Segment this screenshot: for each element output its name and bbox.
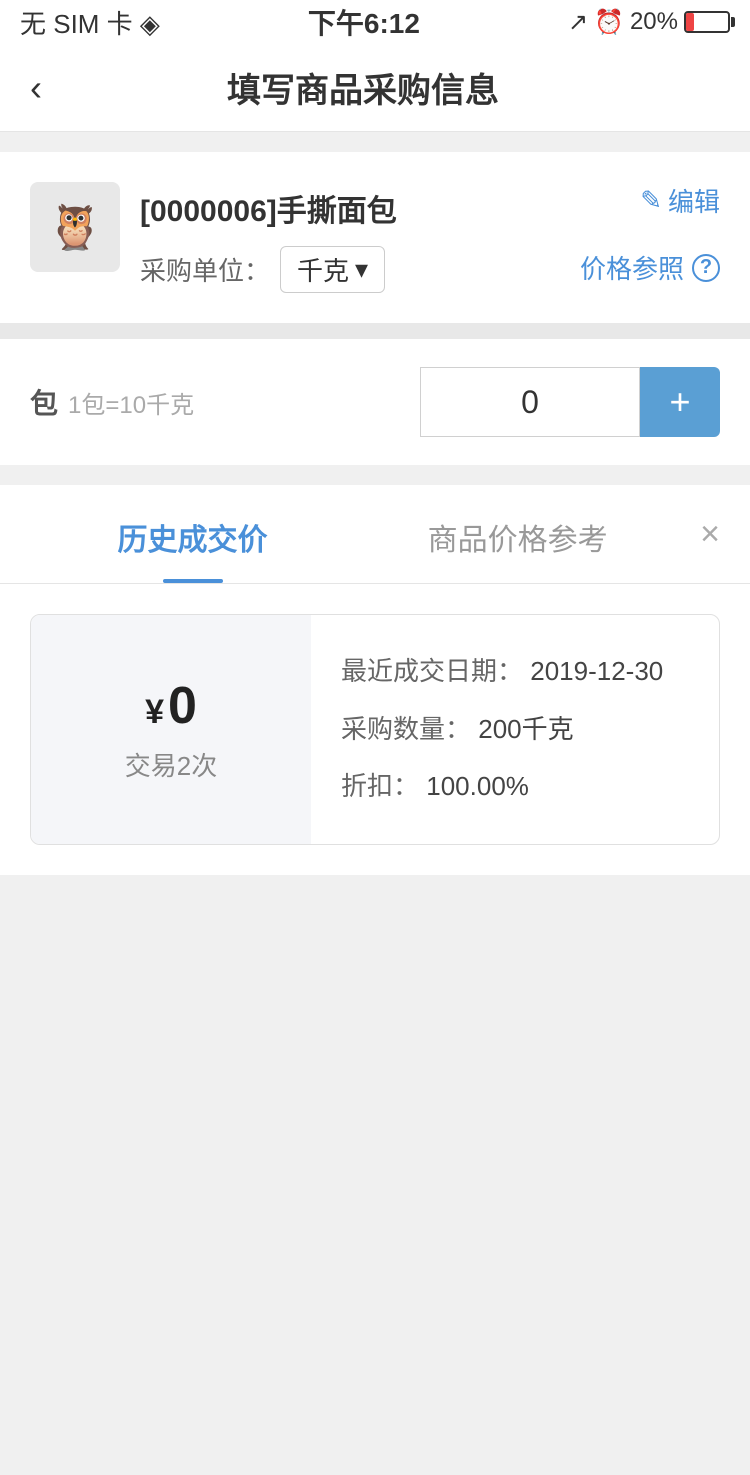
- product-actions: ✎ 编辑 价格参照 ?: [580, 182, 720, 286]
- back-button[interactable]: ‹: [30, 67, 42, 109]
- panel-separator: [0, 465, 750, 485]
- sim-label: 无 SIM 卡 ◈: [20, 4, 160, 41]
- tabs-header: 历史成交价 商品价格参考 ×: [0, 485, 750, 584]
- tab-price-reference[interactable]: 商品价格参考: [355, 485, 680, 583]
- trade-price-value: 0: [168, 676, 197, 736]
- unit-select-dropdown[interactable]: 千克 ▾: [280, 246, 385, 293]
- trade-card: ¥ 0 交易2次 最近成交日期： 2019-12-30 采购数量： 200千克 …: [30, 614, 720, 845]
- tabs-panel: 历史成交价 商品价格参考 × ¥ 0 交易2次 最近成交日期： 2019-12-…: [0, 485, 750, 875]
- status-bar: 无 SIM 卡 ◈ 下午6:12 ↗ ⏰ 20%: [0, 0, 750, 44]
- product-name: [0000006]手撕面包: [140, 186, 397, 230]
- trade-date-row: 最近成交日期： 2019-12-30: [341, 651, 689, 693]
- product-info: [0000006]手撕面包 采购单位： 千克 ▾: [140, 182, 397, 293]
- trade-discount-row: 折扣： 100.00%: [341, 766, 689, 808]
- edit-icon: ✎: [640, 185, 662, 216]
- trade-qty-row: 采购数量： 200千克: [341, 709, 689, 751]
- product-card: 🦉 [0000006]手撕面包 采购单位： 千克 ▾ ✎ 编辑 价格参照: [0, 152, 750, 323]
- product-left: 🦉 [0000006]手撕面包 采购单位： 千克 ▾: [30, 182, 397, 293]
- page-title: 填写商品采购信息: [62, 63, 664, 112]
- product-thumbnail: 🦉: [30, 182, 120, 272]
- edit-button[interactable]: ✎ 编辑: [640, 182, 720, 219]
- quantity-row: 包 1包=10千克 0 +: [0, 339, 750, 465]
- currency-symbol: ¥: [145, 693, 164, 732]
- trade-date-value: 2019-12-30: [530, 656, 663, 686]
- quantity-input[interactable]: 0: [420, 367, 640, 437]
- quantity-label: 包 1包=10千克: [30, 382, 194, 422]
- product-logo-icon: 🦉: [48, 201, 103, 253]
- dropdown-arrow-icon: ▾: [355, 254, 368, 285]
- status-left: 无 SIM 卡 ◈: [20, 4, 160, 41]
- trade-card-area: ¥ 0 交易2次 最近成交日期： 2019-12-30 采购数量： 200千克 …: [0, 584, 750, 875]
- status-time: 下午6:12: [308, 2, 420, 42]
- battery-icon: [684, 11, 730, 33]
- trade-count: 交易2次: [125, 746, 217, 783]
- nav-bar: ‹ 填写商品采购信息: [0, 44, 750, 132]
- help-icon: ?: [692, 254, 720, 282]
- product-unit-row: 采购单位： 千克 ▾: [140, 246, 397, 293]
- location-icon: ↗: [568, 8, 588, 37]
- trade-date-label: 最近成交日期：: [341, 656, 523, 686]
- quantity-control: 0 +: [420, 367, 720, 437]
- battery-pct: 20%: [630, 8, 678, 36]
- tab-close-button[interactable]: ×: [680, 495, 720, 574]
- trade-card-right: 最近成交日期： 2019-12-30 采购数量： 200千克 折扣： 100.0…: [311, 615, 719, 844]
- trade-card-left: ¥ 0 交易2次: [31, 615, 311, 844]
- section-divider: [0, 323, 750, 339]
- trade-discount-value: 100.00%: [426, 771, 529, 801]
- trade-qty-value: 200千克: [478, 714, 573, 744]
- trade-discount-label: 折扣：: [341, 771, 419, 801]
- alarm-icon: ⏰: [594, 8, 624, 37]
- quantity-plus-button[interactable]: +: [640, 367, 720, 437]
- trade-qty-label: 采购数量：: [341, 714, 471, 744]
- main-content: [0, 875, 750, 1475]
- status-right: ↗ ⏰ 20%: [568, 8, 730, 37]
- price-ref-button[interactable]: 价格参照 ?: [580, 249, 720, 286]
- unit-conversion: 1包=10千克: [68, 385, 194, 420]
- trade-price: ¥ 0: [145, 676, 197, 736]
- product-header: 🦉 [0000006]手撕面包 采购单位： 千克 ▾ ✎ 编辑 价格参照: [30, 182, 720, 293]
- unit-label: 采购单位：: [140, 251, 270, 288]
- battery-fill: [686, 13, 694, 31]
- unit-badge: 包: [30, 382, 58, 422]
- tab-historical-price[interactable]: 历史成交价: [30, 485, 355, 583]
